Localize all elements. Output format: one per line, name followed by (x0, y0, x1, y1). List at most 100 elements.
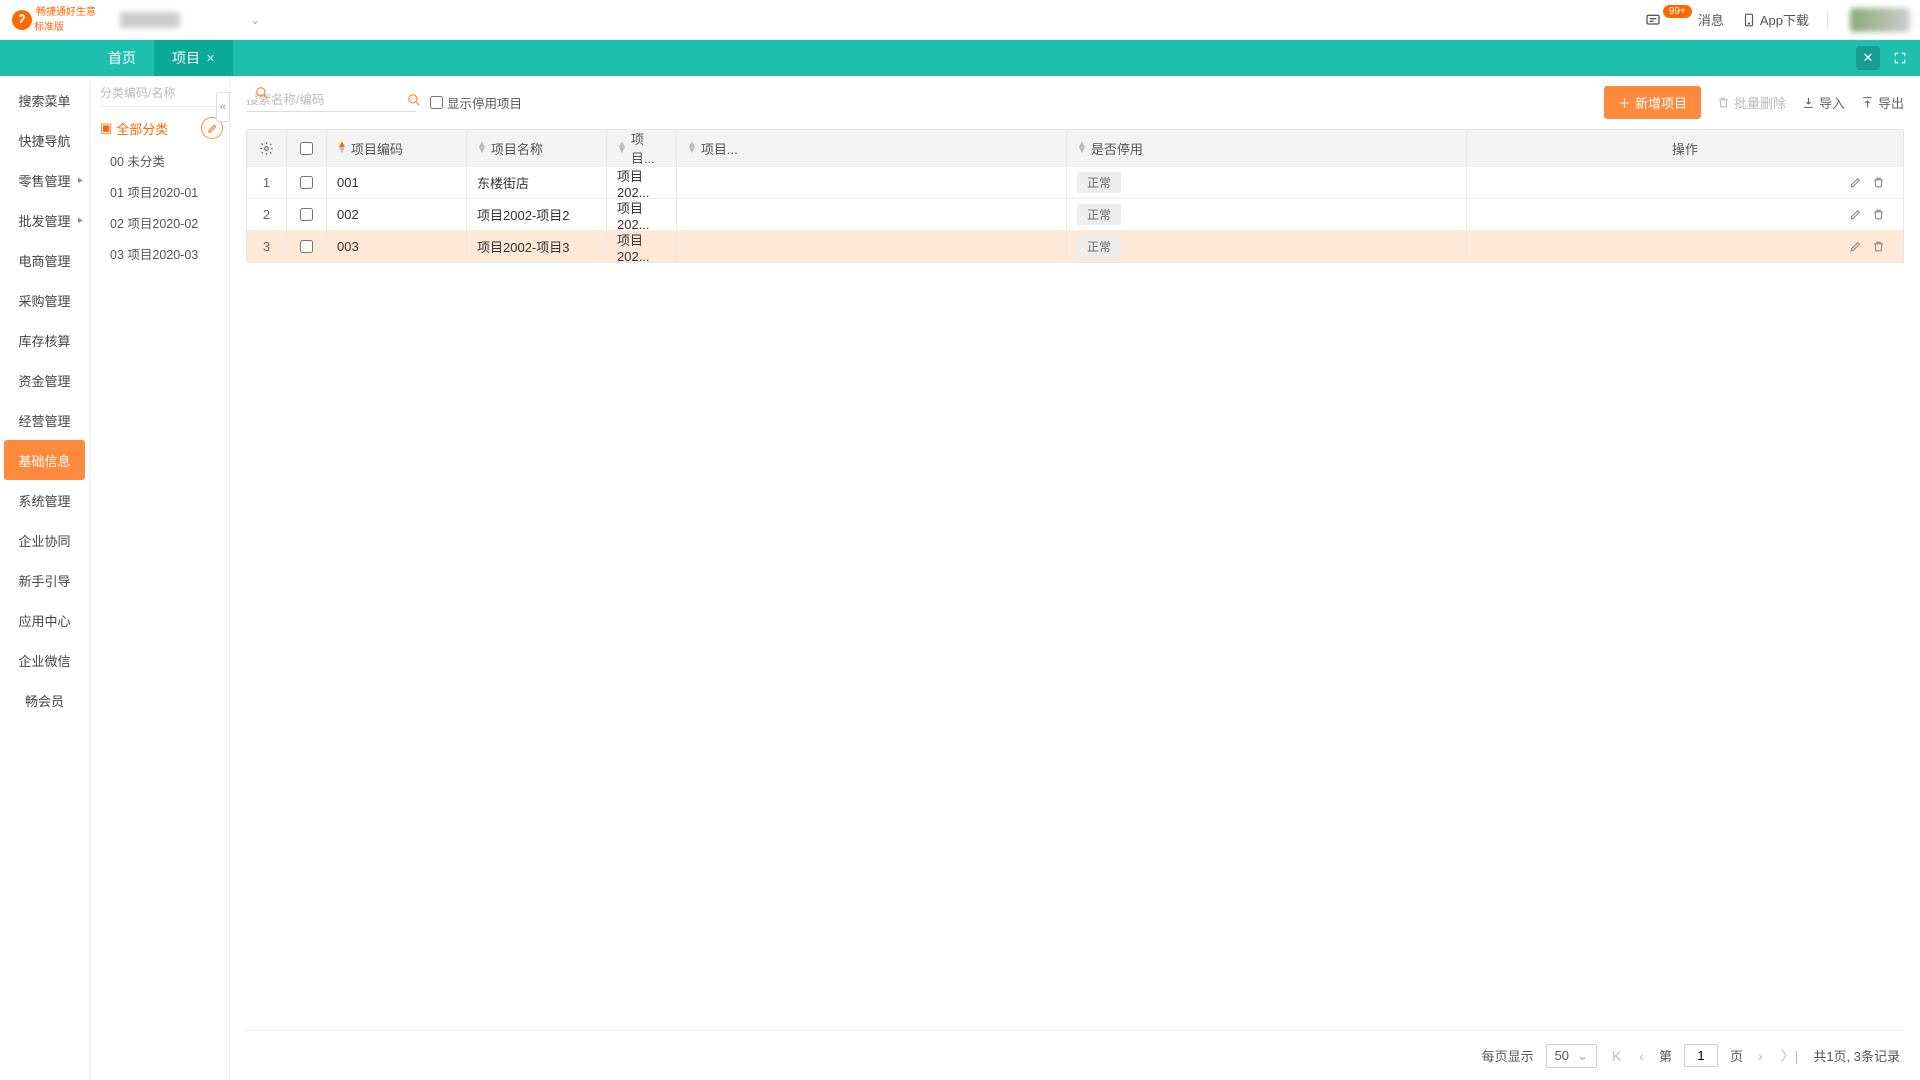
row-checkbox[interactable] (300, 176, 313, 189)
next-page-button[interactable]: › (1755, 1048, 1766, 1064)
tree-node[interactable]: 01 项目2020-01 (110, 176, 229, 207)
tab-close-all-button[interactable]: ✕ (1856, 46, 1880, 70)
new-project-label: 新增项目 (1635, 93, 1687, 112)
edit-row-button[interactable] (1849, 208, 1862, 221)
edit-row-button[interactable] (1849, 176, 1862, 189)
new-project-button[interactable]: ＋ 新增项目 (1604, 86, 1701, 119)
select-all-column[interactable] (287, 130, 327, 166)
tree-search-input[interactable] (100, 86, 255, 100)
page-input[interactable] (1684, 1044, 1718, 1067)
table-row[interactable]: 1001东楼街店项目202...正常 (247, 166, 1903, 198)
brand-edition: 标准版 (34, 18, 96, 33)
cell-cat1: 项目202... (607, 231, 677, 262)
user-avatar[interactable] (1850, 8, 1910, 32)
app-download-button[interactable]: App下载 (1742, 10, 1809, 29)
cell-name: 项目2002-项目2 (467, 199, 607, 230)
show-disabled-toggle[interactable]: 显示停用项目 (430, 93, 522, 112)
chevron-down-icon: ⌄ (1577, 1048, 1588, 1064)
import-button[interactable]: 导入 (1802, 93, 1845, 112)
cell-code: 003 (327, 231, 467, 262)
search-icon[interactable] (407, 93, 421, 107)
tree-list: 00 未分类01 项目2020-0102 项目2020-0203 项目2020-… (100, 145, 229, 269)
tab-project[interactable]: 项目 ✕ (154, 40, 233, 76)
page-prefix: 第 (1659, 1046, 1672, 1065)
messages-label: 消息 (1698, 10, 1724, 29)
sidebar-item[interactable]: 企业微信 (0, 640, 89, 680)
column-code[interactable]: ▲▼项目编码 (327, 130, 467, 166)
edit-row-button[interactable] (1849, 240, 1862, 253)
messages-button[interactable]: 99+ 消息 (1645, 10, 1724, 29)
tree-node[interactable]: 03 项目2020-03 (110, 238, 229, 269)
row-index: 1 (247, 167, 287, 198)
table-header: ▲▼项目编码 ▲▼项目名称 ▲▼项目... ▲▼项目... ▲▼是否停用 操作 (247, 130, 1903, 166)
message-icon (1645, 12, 1661, 28)
search-input[interactable] (246, 93, 407, 107)
last-page-button[interactable]: 〉| (1778, 1046, 1802, 1066)
left-sidebar: 搜索菜单快捷导航零售管理▸批发管理▸电商管理采购管理库存核算资金管理经营管理基础… (0, 76, 90, 1080)
column-status[interactable]: ▲▼是否停用 (1067, 130, 1467, 166)
workspace-dropdown[interactable]: ⌄ (120, 12, 260, 28)
export-button[interactable]: 导出 (1861, 93, 1904, 112)
cell-name: 项目2002-项目3 (467, 231, 607, 262)
sidebar-item[interactable]: 批发管理▸ (0, 200, 89, 240)
per-page-select[interactable]: 50 ⌄ (1546, 1044, 1597, 1068)
top-header: 畅捷通好生意 标准版 ⌄ 99+ 消息 App下载 (0, 0, 1920, 40)
brand-logo: 畅捷通好生意 标准版 (10, 7, 100, 33)
cell-cat1: 项目202... (607, 167, 677, 198)
sidebar-item[interactable]: 企业协同 (0, 520, 89, 560)
sidebar-item[interactable]: 库存核算 (0, 320, 89, 360)
cell-cat2 (677, 231, 1067, 262)
sidebar-item[interactable]: 经营管理 (0, 400, 89, 440)
pencil-icon (207, 123, 218, 134)
tab-home[interactable]: 首页 (90, 40, 154, 76)
prev-page-button[interactable]: ‹ (1636, 1048, 1647, 1064)
header-right: 99+ 消息 App下载 (1645, 8, 1910, 32)
cell-cat2 (677, 199, 1067, 230)
cell-status: 正常 (1067, 199, 1467, 230)
batch-delete-button[interactable]: 批量删除 (1717, 93, 1786, 112)
tree-node[interactable]: 02 项目2020-02 (110, 207, 229, 238)
sidebar-item[interactable]: 搜索菜单 (0, 80, 89, 120)
sidebar-item[interactable]: 系统管理 (0, 480, 89, 520)
sidebar-item[interactable]: 资金管理 (0, 360, 89, 400)
sidebar-item[interactable]: 新手引导 (0, 560, 89, 600)
column-name[interactable]: ▲▼项目名称 (467, 130, 607, 166)
page-suffix: 页 (1730, 1046, 1743, 1065)
per-page-label: 每页显示 (1482, 1046, 1534, 1065)
sidebar-item[interactable]: 电商管理 (0, 240, 89, 280)
sidebar-item[interactable]: 快捷导航 (0, 120, 89, 160)
sidebar-item[interactable]: 应用中心 (0, 600, 89, 640)
row-checkbox-cell (287, 231, 327, 262)
cell-code: 002 (327, 199, 467, 230)
fullscreen-button[interactable] (1888, 46, 1912, 70)
sidebar-item[interactable]: 采购管理 (0, 280, 89, 320)
column-cat1[interactable]: ▲▼项目... (607, 130, 677, 166)
table-row[interactable]: 2002项目2002-项目2项目202...正常 (247, 198, 1903, 230)
toolbar: 显示停用项目 ＋ 新增项目 批量删除 导入 (246, 86, 1904, 119)
search-box (246, 93, 416, 112)
search-icon[interactable] (255, 86, 269, 100)
row-checkbox[interactable] (300, 240, 313, 253)
tree-root[interactable]: ▣ 全部分类 (100, 117, 229, 139)
collapse-tree-button[interactable]: « (216, 92, 230, 122)
table-row[interactable]: 3003项目2002-项目3项目202...正常 (247, 230, 1903, 262)
sidebar-item[interactable]: 畅会员 (0, 680, 89, 720)
show-disabled-checkbox[interactable] (430, 96, 443, 109)
messages-badge: 99+ (1663, 5, 1692, 18)
caret-icon: ▸ (78, 215, 83, 226)
sidebar-item[interactable]: 基础信息 (4, 440, 85, 480)
tree-node[interactable]: 00 未分类 (110, 145, 229, 176)
status-badge: 正常 (1077, 172, 1121, 193)
brand-name: 畅捷通好生意 (36, 7, 96, 18)
row-checkbox[interactable] (300, 208, 313, 221)
first-page-button[interactable]: K (1609, 1048, 1624, 1064)
delete-row-button[interactable] (1872, 240, 1885, 253)
delete-row-button[interactable] (1872, 176, 1885, 189)
cell-name: 东楼街店 (467, 167, 607, 198)
category-tree-panel: ▣ 全部分类 00 未分类01 项目2020-0102 项目2020-0203 … (90, 76, 230, 1080)
settings-column[interactable] (247, 130, 287, 166)
close-icon[interactable]: ✕ (206, 52, 215, 65)
column-cat2[interactable]: ▲▼项目... (677, 130, 1067, 166)
delete-row-button[interactable] (1872, 208, 1885, 221)
sidebar-item[interactable]: 零售管理▸ (0, 160, 89, 200)
